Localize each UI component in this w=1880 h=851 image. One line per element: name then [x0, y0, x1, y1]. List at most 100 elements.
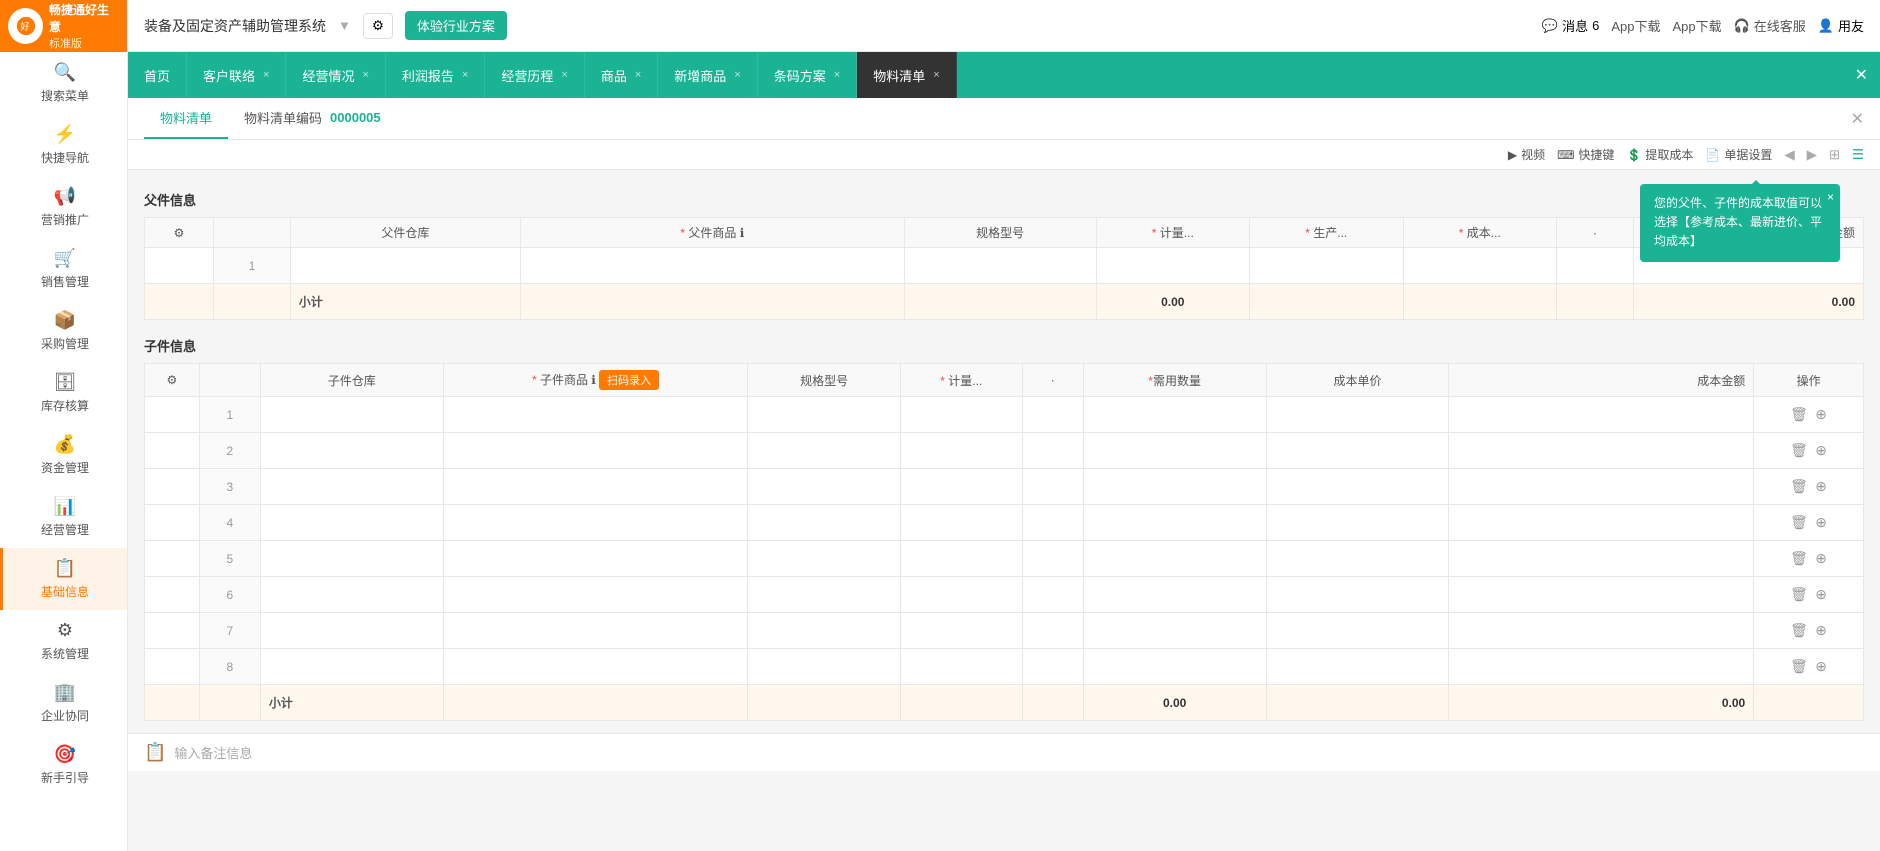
- nav-tab-operations[interactable]: 经营情况×: [286, 52, 385, 98]
- nav-tab-close-operations[interactable]: ×: [362, 69, 368, 81]
- child-cell-qty-1[interactable]: [1083, 397, 1266, 433]
- child-cell-warehouse-7[interactable]: [260, 613, 443, 649]
- child-cell-warehouse-5[interactable]: [260, 541, 443, 577]
- parent-col-settings[interactable]: ⚙: [145, 218, 214, 248]
- nav-tab-home[interactable]: 首页: [128, 52, 187, 98]
- child-cell-spec-3[interactable]: [748, 469, 900, 505]
- child-cell-unit-cost-5[interactable]: [1266, 541, 1449, 577]
- child-cell-product-8[interactable]: [443, 649, 748, 685]
- nav-tab-close-products[interactable]: ×: [635, 69, 641, 81]
- child-cell-product-5[interactable]: [443, 541, 748, 577]
- child-cell-warehouse-2[interactable]: [260, 433, 443, 469]
- child-cell-unit-3[interactable]: [900, 469, 1022, 505]
- extract-cost-button[interactable]: 💲 提取成本: [1626, 146, 1693, 163]
- sub-tab-bom-list[interactable]: 物料清单: [144, 98, 228, 139]
- message-area[interactable]: 💬 消息 6: [1542, 16, 1599, 35]
- child-cell-spec-2[interactable]: [748, 433, 900, 469]
- nav-next-button[interactable]: ▶: [1807, 147, 1817, 163]
- child-cell-unit-2[interactable]: [900, 433, 1022, 469]
- sidebar-item-system[interactable]: ⚙系统管理: [0, 610, 127, 672]
- nav-prev-button[interactable]: ◀: [1784, 147, 1794, 163]
- child-cell-spec-4[interactable]: [748, 505, 900, 541]
- copy-icon-5[interactable]: ⊕: [1815, 550, 1827, 566]
- child-cell-unit-cost-3[interactable]: [1266, 469, 1449, 505]
- nav-tab-products[interactable]: 商品×: [585, 52, 658, 98]
- settings-button[interactable]: ⚙: [363, 13, 393, 39]
- child-cell-cost-amount-4[interactable]: [1449, 505, 1754, 541]
- nav-tab-close-barcode[interactable]: ×: [834, 69, 840, 81]
- child-cell-spec-6[interactable]: [748, 577, 900, 613]
- child-cell-spec-1[interactable]: [748, 397, 900, 433]
- sidebar-item-sales[interactable]: 🛒销售管理: [0, 238, 127, 300]
- child-cell-cost-amount-2[interactable]: [1449, 433, 1754, 469]
- delete-icon-1[interactable]: 🗑: [1790, 406, 1808, 422]
- child-cell-unit-cost-1[interactable]: [1266, 397, 1449, 433]
- sidebar-item-guide[interactable]: 🎯新手引导: [0, 734, 127, 796]
- dropdown-icon[interactable]: ▼: [338, 18, 351, 33]
- child-cell-unit-cost-6[interactable]: [1266, 577, 1449, 613]
- delete-icon-7[interactable]: 🗑: [1790, 622, 1808, 638]
- nav-tab-history[interactable]: 经营历程×: [485, 52, 584, 98]
- child-cell-qty-3[interactable]: [1083, 469, 1266, 505]
- nav-tab-bom[interactable]: 物料清单×: [857, 52, 956, 98]
- child-cell-unit-cost-7[interactable]: [1266, 613, 1449, 649]
- child-cell-product-6[interactable]: [443, 577, 748, 613]
- child-cell-unit-1[interactable]: [900, 397, 1022, 433]
- child-cell-qty-5[interactable]: [1083, 541, 1266, 577]
- child-cell-cost-amount-6[interactable]: [1449, 577, 1754, 613]
- scan-input-button[interactable]: 扫码录入: [599, 370, 659, 390]
- single-settings-button[interactable]: 📄 单据设置: [1705, 146, 1772, 163]
- nav-tab-customers[interactable]: 客户联络×: [187, 52, 286, 98]
- child-cell-unit-8[interactable]: [900, 649, 1022, 685]
- parent-cell-spec[interactable]: [904, 248, 1096, 284]
- nav-tab-profit[interactable]: 利润报告×: [386, 52, 485, 98]
- parent-cell-warehouse[interactable]: [290, 248, 520, 284]
- parent-cell-production[interactable]: [1250, 248, 1403, 284]
- tooltip-close-btn[interactable]: ×: [1827, 188, 1834, 207]
- copy-icon-6[interactable]: ⊕: [1815, 586, 1827, 602]
- parent-cell-product[interactable]: [521, 248, 905, 284]
- trial-button[interactable]: 体验行业方案: [405, 11, 507, 40]
- child-cell-qty-7[interactable]: [1083, 613, 1266, 649]
- child-col-settings[interactable]: ⚙: [145, 364, 200, 397]
- delete-icon-2[interactable]: 🗑: [1790, 442, 1808, 458]
- nav-tab-barcode[interactable]: 条码方案×: [758, 52, 857, 98]
- child-cell-spec-7[interactable]: [748, 613, 900, 649]
- child-cell-product-4[interactable]: [443, 505, 748, 541]
- sidebar-item-quick-nav[interactable]: ⚡快捷导航: [0, 114, 127, 176]
- close-page-button[interactable]: ✕: [1851, 109, 1864, 129]
- parent-cell-cost[interactable]: [1403, 248, 1556, 284]
- copy-icon-3[interactable]: ⊕: [1815, 478, 1827, 494]
- child-cell-warehouse-6[interactable]: [260, 577, 443, 613]
- copy-icon-4[interactable]: ⊕: [1815, 514, 1827, 530]
- child-cell-spec-8[interactable]: [748, 649, 900, 685]
- app-download-label[interactable]: App下载: [1672, 16, 1721, 35]
- delete-icon-4[interactable]: 🗑: [1790, 514, 1808, 530]
- nav-tab-close-new-products[interactable]: ×: [734, 69, 740, 81]
- shortcut-button[interactable]: ⌨ 快捷键: [1557, 146, 1614, 163]
- online-service[interactable]: 🎧 在线客服: [1734, 16, 1806, 35]
- child-cell-warehouse-8[interactable]: [260, 649, 443, 685]
- nav-tab-new-products[interactable]: 新增商品×: [658, 52, 757, 98]
- child-cell-product-7[interactable]: [443, 613, 748, 649]
- nav-tab-close-profit[interactable]: ×: [462, 69, 468, 81]
- child-cell-qty-6[interactable]: [1083, 577, 1266, 613]
- sidebar-item-enterprise[interactable]: 🏢企业协同: [0, 672, 127, 734]
- delete-icon-8[interactable]: 🗑: [1790, 658, 1808, 674]
- parent-cell-unit[interactable]: [1096, 248, 1249, 284]
- grid-view-button[interactable]: ⊞: [1829, 147, 1840, 163]
- delete-icon-3[interactable]: 🗑: [1790, 478, 1808, 494]
- delete-icon-6[interactable]: 🗑: [1790, 586, 1808, 602]
- close-all-tabs-button[interactable]: ✕: [1843, 65, 1880, 85]
- sidebar-item-search[interactable]: 🔍搜索菜单: [0, 52, 127, 114]
- child-cell-unit-cost-8[interactable]: [1266, 649, 1449, 685]
- copy-icon-1[interactable]: ⊕: [1815, 406, 1827, 422]
- list-view-button[interactable]: ☰: [1852, 147, 1864, 163]
- child-cell-cost-amount-8[interactable]: [1449, 649, 1754, 685]
- sidebar-item-marketing[interactable]: 📢营销推广: [0, 176, 127, 238]
- child-cell-unit-cost-4[interactable]: [1266, 505, 1449, 541]
- child-cell-warehouse-4[interactable]: [260, 505, 443, 541]
- nav-tab-close-customers[interactable]: ×: [263, 69, 269, 81]
- delete-icon-5[interactable]: 🗑: [1790, 550, 1808, 566]
- child-cell-warehouse-1[interactable]: [260, 397, 443, 433]
